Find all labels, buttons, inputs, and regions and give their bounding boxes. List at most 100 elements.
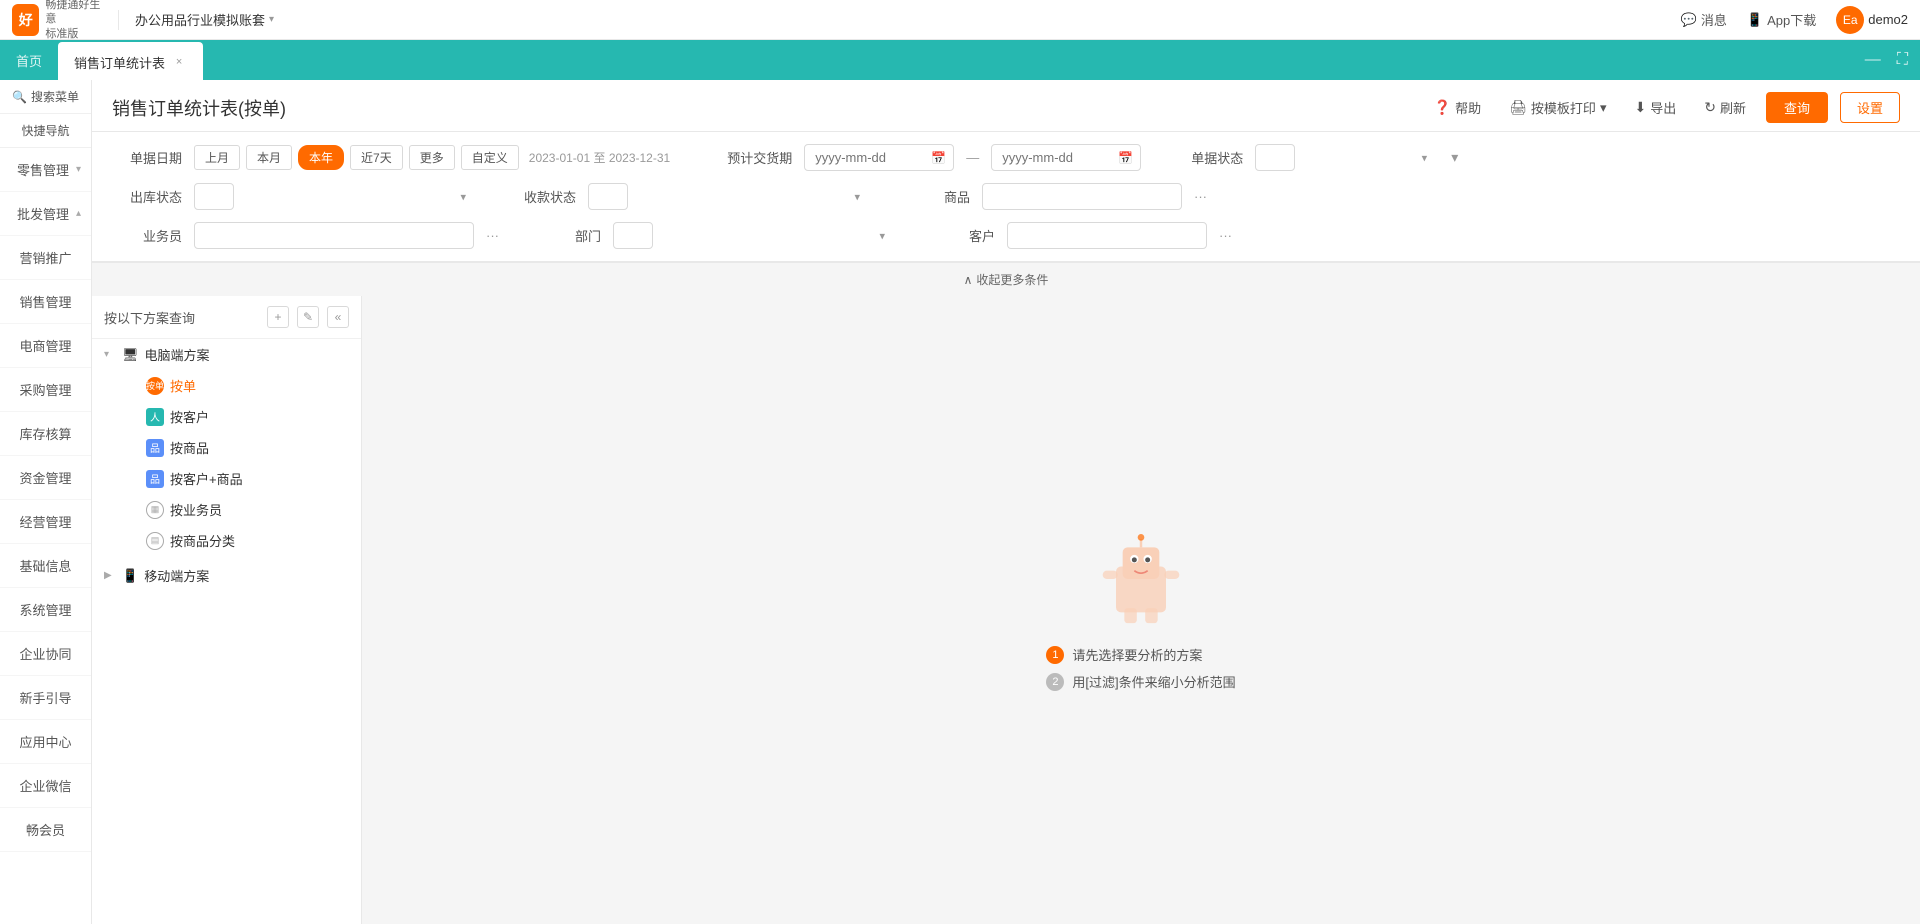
sidebar-item-newbie[interactable]: 新手引导 (0, 676, 91, 720)
sidebar-item-retail[interactable]: 零售管理 ▾ (0, 148, 91, 192)
tip-text-1: 请先选择要分析的方案 (1072, 645, 1202, 664)
tip-num-2: 2 (1046, 673, 1064, 691)
app-download-btn[interactable]: 📱 App下载 (1747, 10, 1816, 29)
tree-node-by-customer-goods[interactable]: 品 按客户+商品 (116, 463, 361, 494)
tree-node-by-goods[interactable]: 品 按商品 (116, 432, 361, 463)
customer-ellipsis[interactable]: ··· (1219, 228, 1232, 243)
wholesale-arrow: ▴ (76, 208, 81, 219)
expected-date-from-input[interactable] (804, 144, 954, 171)
user-avatar: Ea (1836, 6, 1864, 34)
mobile-section-arrow: ▶ (104, 570, 116, 581)
sidebar-item-purchase[interactable]: 采购管理 (0, 368, 91, 412)
customer-label: 客户 (925, 226, 995, 245)
mobile-section-label: 移动端方案 (144, 566, 209, 585)
custom-btn[interactable]: 自定义 (461, 145, 519, 170)
nav-search-label: 搜索菜单 (31, 88, 79, 105)
by-order-label: 按单 (170, 376, 196, 395)
status-select-wrap (1255, 144, 1435, 171)
sidebar-item-wechat[interactable]: 企业微信 (0, 764, 91, 808)
sidebar-item-marketing[interactable]: 营销推广 (0, 236, 91, 280)
tree-node-by-salesman[interactable]: ▦ 按业务员 (116, 494, 361, 525)
sidebar-item-ecommerce[interactable]: 电商管理 (0, 324, 91, 368)
left-panel: 按以下方案查询 + ✎ « ▾ 🖥 电脑端方案 (92, 296, 362, 924)
salesman-ellipsis[interactable]: ··· (486, 228, 499, 243)
salesman-input[interactable] (194, 222, 474, 249)
export-label: 导出 (1650, 98, 1676, 117)
sidebar-item-finance[interactable]: 资金管理 (0, 456, 91, 500)
print-btn[interactable]: 🖨 按模板打印 ▾ (1501, 94, 1614, 121)
export-icon: ⬇ (1634, 99, 1646, 116)
settings-btn[interactable]: 设置 (1840, 92, 1900, 123)
logo-name: 畅捷通好生意 (45, 0, 102, 27)
customer-input[interactable] (1007, 222, 1207, 249)
sidebar-item-system[interactable]: 系统管理 (0, 588, 91, 632)
empty-state: 1 请先选择要分析的方案 2 用[过滤]条件来缩小分析范围 (1006, 489, 1275, 731)
refresh-btn[interactable]: ↻ 刷新 (1696, 94, 1754, 121)
message-label: 消息 (1701, 10, 1727, 29)
workspace-title[interactable]: 办公用品行业模拟账套 ▾ (135, 10, 274, 29)
help-btn[interactable]: ❓ 帮助 (1426, 94, 1489, 121)
app-download-label: App下载 (1767, 10, 1816, 29)
last7days-btn[interactable]: 近7天 (350, 145, 403, 170)
more-btn[interactable]: 更多 (409, 145, 455, 170)
sidebar-item-retail-label: 零售管理 (10, 160, 76, 179)
date-label: 单据日期 (112, 148, 182, 167)
nav-search-item[interactable]: 🔍 搜索菜单 (0, 80, 91, 114)
nav-quick-label: 快捷导航 (21, 122, 69, 139)
sidebar-item-operation-label: 经营管理 (19, 515, 71, 530)
goods-label: 商品 (900, 187, 970, 206)
mobile-icon: 📱 (122, 568, 138, 584)
sidebar-item-sales-label: 销售管理 (19, 295, 71, 310)
main-layout: 🔍 搜索菜单 快捷导航 零售管理 ▾ 批发管理 ▴ 营销推广 销售管理 电商管理… (0, 80, 1920, 924)
tab-home[interactable]: 首页 (0, 40, 58, 80)
status-expand-arrow[interactable]: ▾ (1451, 149, 1458, 166)
search-icon: 🔍 (12, 90, 27, 104)
tree-node-by-order[interactable]: 按单 按单 (116, 370, 361, 401)
panel-collapse-icon[interactable]: « (327, 306, 349, 328)
sidebar-item-system-label: 系统管理 (19, 603, 71, 618)
sidebar-item-enterprise[interactable]: 企业协同 (0, 632, 91, 676)
user-area[interactable]: Ea demo2 (1836, 6, 1908, 34)
collapse-bar[interactable]: ∧ 收起更多条件 (92, 262, 1920, 296)
goods-input[interactable] (982, 183, 1182, 210)
filter-row-2: 出库状态 收款状态 商品 ··· (112, 183, 1900, 210)
this-month-btn[interactable]: 本月 (246, 145, 292, 170)
query-btn[interactable]: 查询 (1766, 92, 1828, 123)
goods-ellipsis[interactable]: ··· (1194, 189, 1207, 204)
payment-status-select[interactable] (588, 183, 628, 210)
tree-node-by-goods-type[interactable]: ▤ 按商品分类 (116, 525, 361, 556)
sidebar-item-appcenter[interactable]: 应用中心 (0, 720, 91, 764)
export-btn[interactable]: ⬇ 导出 (1626, 94, 1684, 121)
mobile-section-header[interactable]: ▶ 📱 移动端方案 (92, 560, 361, 591)
stock-status-select[interactable] (194, 183, 234, 210)
tab-maximize-icon[interactable]: ⛶ (1893, 47, 1912, 73)
sidebar-item-sales[interactable]: 销售管理 (0, 280, 91, 324)
pc-section-header[interactable]: ▾ 🖥 电脑端方案 (92, 339, 361, 370)
expected-date-from-wrap (804, 144, 954, 171)
sidebar-item-operation[interactable]: 经营管理 (0, 500, 91, 544)
right-content: 1 请先选择要分析的方案 2 用[过滤]条件来缩小分析范围 (362, 296, 1920, 924)
tab-sales-order[interactable]: 销售订单统计表 × (58, 42, 203, 82)
pc-section-label: 电脑端方案 (145, 345, 210, 364)
department-select[interactable] (613, 222, 653, 249)
panel-add-icon[interactable]: + (267, 306, 289, 328)
nav-quick-item[interactable]: 快捷导航 (0, 114, 91, 148)
sidebar-item-inventory[interactable]: 库存核算 (0, 412, 91, 456)
expected-date-to-input[interactable] (991, 144, 1141, 171)
panel-edit-icon[interactable]: ✎ (297, 306, 319, 328)
filter-row-3: 业务员 ··· 部门 客户 ··· (112, 222, 1900, 249)
tab-minimize-icon[interactable]: — (1861, 47, 1885, 73)
last-month-btn[interactable]: 上月 (194, 145, 240, 170)
sidebar-item-basic[interactable]: 基础信息 (0, 544, 91, 588)
expected-date-label: 预计交货期 (702, 148, 792, 167)
sidebar-item-wholesale[interactable]: 批发管理 ▴ (0, 192, 91, 236)
tab-close-btn[interactable]: × (171, 54, 187, 70)
message-btn[interactable]: 💬 消息 (1681, 10, 1727, 29)
current-year-btn[interactable]: 本年 (298, 145, 344, 170)
tree-node-by-customer[interactable]: 人 按客户 (116, 401, 361, 432)
app-logo: 好 畅捷通好生意 标准版 (12, 0, 102, 41)
by-customer-icon: 人 (146, 408, 164, 426)
sidebar-item-member[interactable]: 畅会员 (0, 808, 91, 852)
status-select[interactable] (1255, 144, 1295, 171)
date-btn-group: 上月 本月 本年 近7天 更多 自定义 2023-01-01 至 2023-12… (194, 145, 670, 170)
